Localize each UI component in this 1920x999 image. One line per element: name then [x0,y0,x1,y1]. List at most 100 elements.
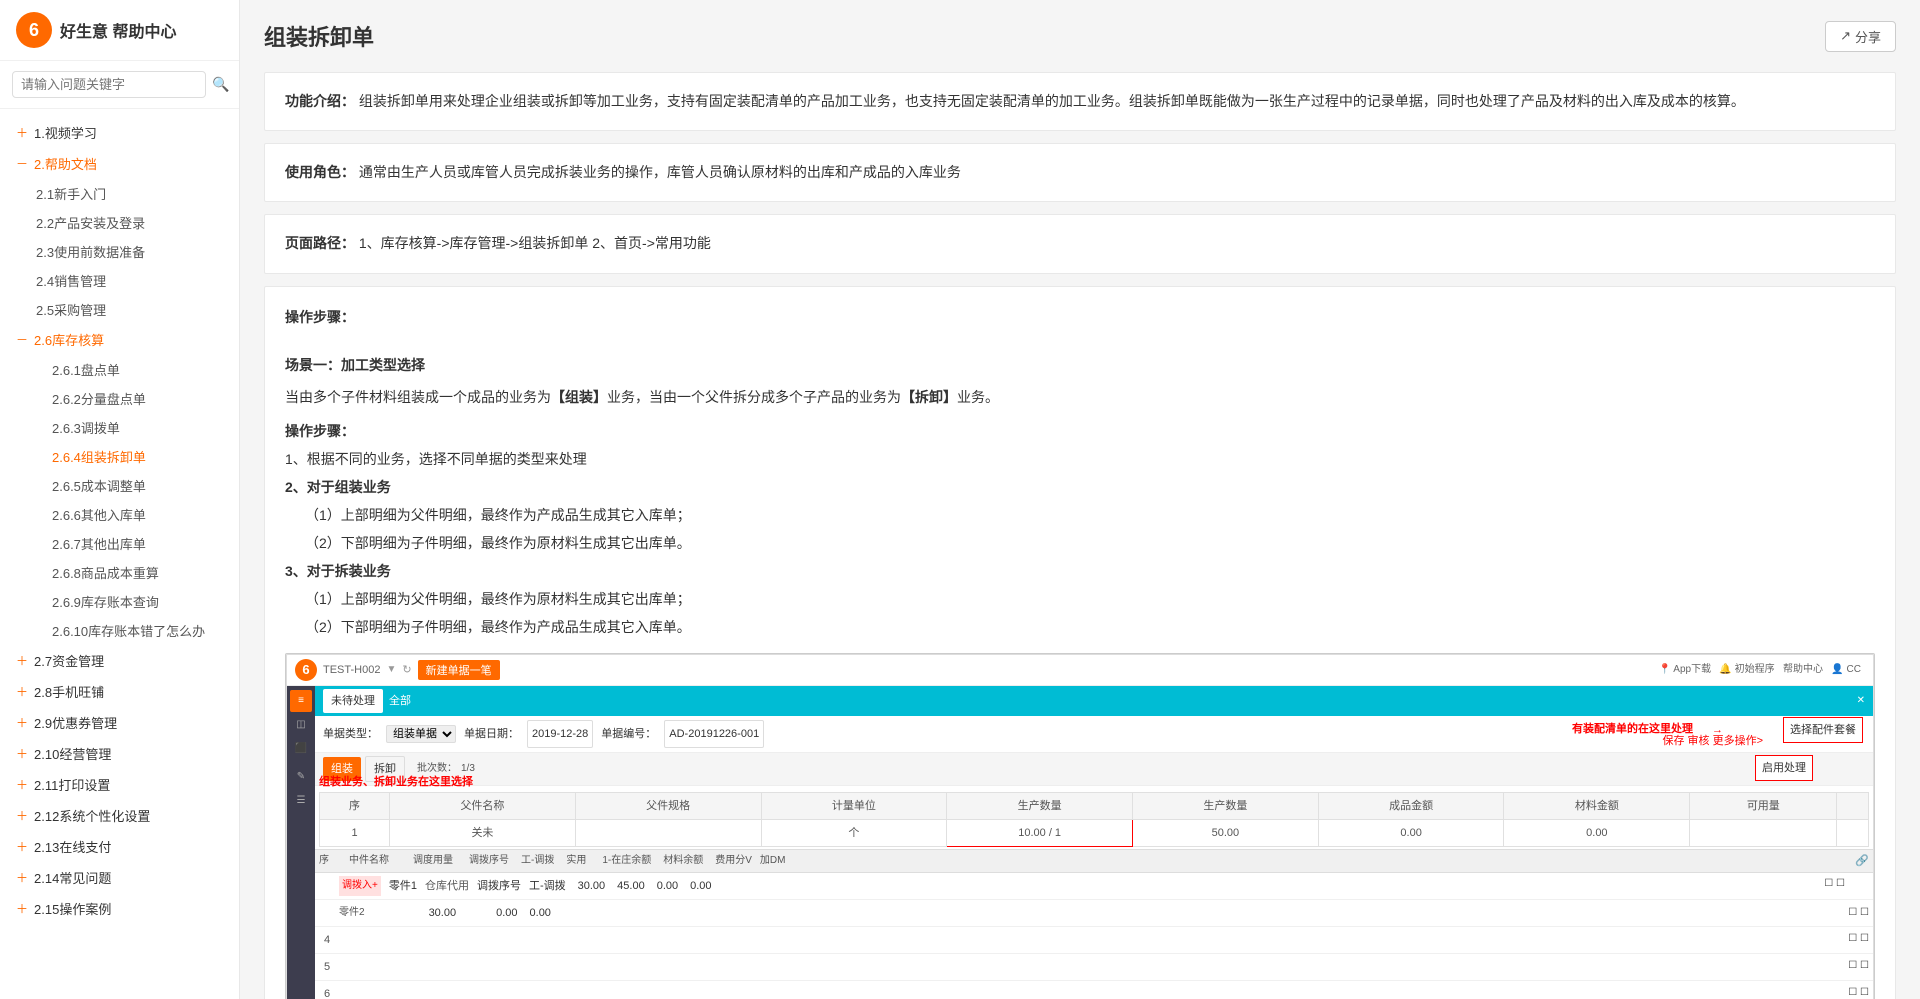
sidebar-item-label: 2.11打印设置 [34,775,110,794]
mock-app-window: 6 TEST-H002 ▼ ↻ 新建单据一笔 📍 App下载 🔔 初始程序 帮助… [286,654,1874,999]
search-icon[interactable]: 🔍 [212,76,229,93]
sidebar-item-267[interactable]: 2.6.7其他出库单 [0,529,239,558]
sidebar-item-label: 2.15操作案例 [34,899,111,918]
sidebar-item-label: 2.6库存核算 [34,330,104,349]
step3-1: （1）上部明细为父件明细，最终作为原材料生成其它出库单； [285,585,1875,613]
mock-tab1: 未待处理 [323,689,383,713]
sidebar-item-27[interactable]: ＋ 2.7资金管理 [0,645,239,676]
sidebar-item-label: 2.10经营管理 [34,744,111,763]
mock-upper-table: 序 父件名称 父件规格 计量单位 生产数量 生产数量 成品金额 材料金额 可用量 [319,792,1869,847]
mock-field-type-label: 单据类型： [323,723,378,745]
mock-row2-actions: ☐ ☐ [1848,903,1869,923]
mock-teal-bar: 未待处理 全部 ✕ [315,686,1873,716]
sidebar-item-261[interactable]: 2.6.1盘点单 [0,355,239,384]
mock-extra-btns: 保存 审核 更多操作> [1662,730,1763,752]
sidebar-item-269[interactable]: 2.6.9库存账本查询 [0,587,239,616]
mock-row3-actions: ☐ ☐ [1848,929,1869,951]
plus-icon-214: ＋ [16,869,28,886]
sidebar-item-262[interactable]: 2.6.2分量盘点单 [0,384,239,413]
page-title: 组装拆卸单 [264,20,374,52]
sidebar-item-label: 2.7资金管理 [34,651,104,670]
sidebar-item-video[interactable]: ＋ 1.视频学习 [0,117,239,148]
mock-titlebar: 6 TEST-H002 ▼ ↻ 新建单据一笔 📍 App下载 🔔 初始程序 帮助… [287,655,1873,686]
plus-icon-27: ＋ [16,652,28,669]
mock-select-box[interactable]: 选择配件套餐 [1783,717,1863,743]
mock-refresh-icon: ↻ [402,659,411,681]
sidebar-item-21[interactable]: 2.1新手入门 [0,179,239,208]
path-label: 页面路径： [285,235,355,251]
sidebar-item-label: 2.14常见问题 [34,868,111,887]
mock-row2-empty: 零件2 [339,903,365,923]
page-header: 组装拆卸单 ↗ 分享 [264,20,1896,52]
sidebar-item-24[interactable]: 2.4销售管理 [0,266,239,295]
mock-dropdown-arrow: ▼ [386,660,396,680]
sidebar-item-2610[interactable]: 2.6.10库存账本错了怎么办 [0,616,239,645]
sidebar-item-213[interactable]: ＋ 2.13在线支付 [0,831,239,862]
role-text: 通常由生产人员或库管人员完成拆装业务的操作，库管人员确认原材料的出库和产成品的入… [359,164,961,180]
mock-body: ≡ ◫ ⬛ ✎ ☰ 未待处理 全部 [287,686,1873,999]
mock-row1-work: 工-调拨 [529,875,566,897]
sidebar-header: 6 好生意 帮助中心 [0,0,239,61]
mock-enable-box[interactable]: 启用处理 [1755,755,1813,781]
sidebar-item-263[interactable]: 2.6.3调拨单 [0,413,239,442]
sidebar: 6 好生意 帮助中心 🔍 ＋ 1.视频学习 － 2.帮助文档 2.1新手入门 2… [0,0,240,999]
sidebar-item-29[interactable]: ＋ 2.9优惠券管理 [0,707,239,738]
mock-side-icon-4: ☰ [290,790,312,812]
sidebar-item-212[interactable]: ＋ 2.12系统个性化设置 [0,800,239,831]
path-text: 1、库存核算->库存管理->组装拆卸单 2、首页->常用功能 [359,235,711,251]
mock-row1-1: 45.00 [617,875,645,897]
mock-lower-col9: 费用分V [715,851,752,871]
plus-icon-212: ＋ [16,807,28,824]
mock-lower-row5: 6 ☐ ☐ [315,981,1873,999]
plus-icon: ＋ [16,124,28,141]
sidebar-item-264[interactable]: 2.6.4组装拆卸单 [0,442,239,471]
mock-id-field: AD-20191226-001 [664,720,764,748]
sidebar-item-214[interactable]: ＋ 2.14常见问题 [0,862,239,893]
mock-lower-col8: 材料余额 [663,851,703,871]
step2: 2、对于组装业务 [285,473,1875,501]
sidebar-item-25[interactable]: 2.5采购管理 [0,295,239,324]
sidebar-item-docs[interactable]: － 2.帮助文档 [0,148,239,179]
mock-date-label: 单据日期： [464,723,519,745]
sidebar-item-28[interactable]: ＋ 2.8手机旺铺 [0,676,239,707]
sidebar-item-26[interactable]: － 2.6库存核算 [0,324,239,355]
search-input[interactable] [12,71,206,98]
sidebar-item-label: 1.视频学习 [34,123,97,142]
scene1-label: 场景一：加工类型选择 [285,351,1875,379]
feature-section: 功能介绍： 组装拆卸单用来处理企业组装或拆卸等加工业务，支持有固定装配清单的产品… [264,72,1896,131]
steps-label: 操作步骤： [285,303,1875,331]
mock-form-area: 单据类型： 组装单据 拆卸单据 单据日期： 2019-12-28 单据编号： A… [315,716,1873,753]
mock-lower-row1: 调拨入+ 零件1 仓库代用 调拨序号 工-调拨 30.00 45.00 0.00… [315,873,1873,900]
plus-icon-215: ＋ [16,900,28,917]
mock-new-btn[interactable]: 新建单据一笔 [418,660,500,680]
sidebar-item-23[interactable]: 2.3使用前数据准备 [0,237,239,266]
logo-text: 好生意 帮助中心 [60,18,176,42]
sidebar-item-265[interactable]: 2.6.5成本调整单 [0,471,239,500]
sidebar-item-210[interactable]: ＋ 2.10经营管理 [0,738,239,769]
mock-row1-num: 调拨序号 [477,875,521,897]
mock-lower-col10: 加DM [760,851,786,871]
mock-sub-tabs: 组装 拆卸 批次数： 1/3 组装业务、拆卸业务在这里选择 启用处理 [315,753,1873,786]
step1: 1、根据不同的业务，选择不同单据的类型来处理 [285,445,1875,473]
mock-side-icon-2: ⬛ [290,738,312,760]
share-label: 分享 [1855,27,1881,46]
mock-side-icon-3: ✎ [290,766,312,788]
mock-logo: 6 [295,659,317,681]
sidebar-item-22[interactable]: 2.2产品安装及登录 [0,208,239,237]
sidebar-item-211[interactable]: ＋ 2.11打印设置 [0,769,239,800]
step3: 3、对于拆装业务 [285,557,1875,585]
sidebar-item-268[interactable]: 2.6.8商品成本重算 [0,558,239,587]
mock-side-icon-active: ≡ [290,690,312,712]
mock-lower-col5: 工-调拨 [521,851,554,871]
mock-type-select[interactable]: 组装单据 拆卸单据 [386,725,456,743]
mock-row5-actions: ☐ ☐ [1848,983,1869,999]
sidebar-item-215[interactable]: ＋ 2.15操作案例 [0,893,239,924]
mock-row1-qty: 30.00 [578,875,606,897]
share-button[interactable]: ↗ 分享 [1825,21,1896,52]
mock-row2-2: 0.00 [496,902,517,924]
annotation-text-3: 组装业务、拆卸业务在这里选择 [319,771,473,793]
nav-tree: ＋ 1.视频学习 － 2.帮助文档 2.1新手入门 2.2产品安装及登录 2.3… [0,109,239,999]
mock-lower-row2: 零件2 30.00 0.00 0.00 ☐ ☐ [315,900,1873,927]
sidebar-item-266[interactable]: 2.6.6其他入库单 [0,500,239,529]
steps-section: 操作步骤： 场景一：加工类型选择 当由多个子件材料组装成一个成品的业务为【组装】… [264,286,1896,999]
